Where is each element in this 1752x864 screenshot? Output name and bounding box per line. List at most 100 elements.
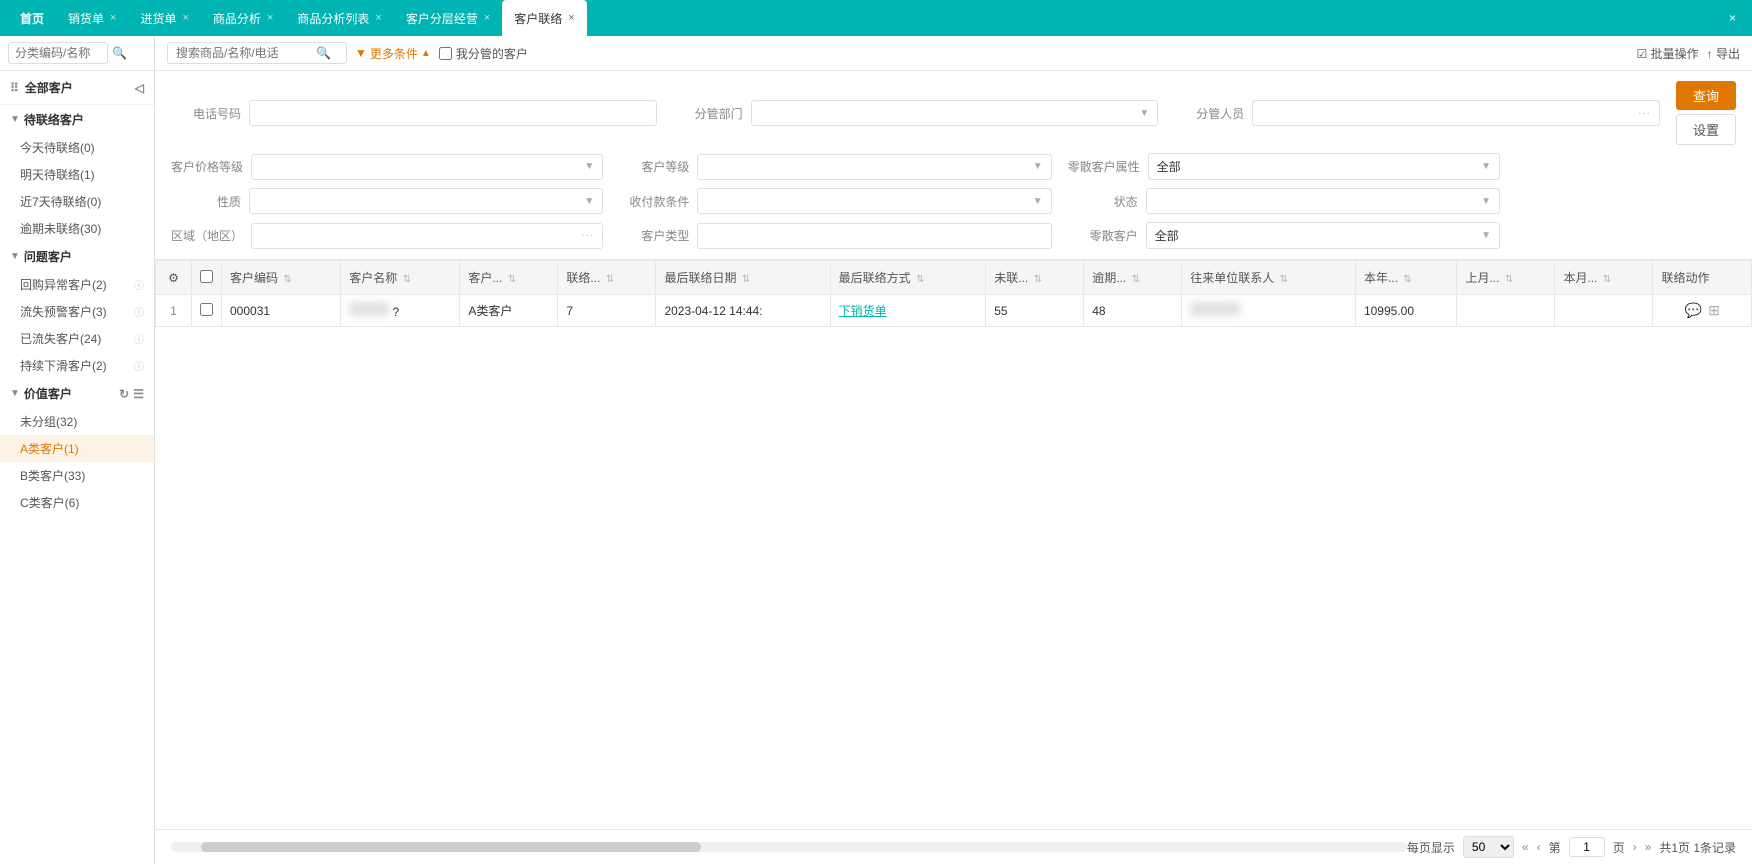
manager-input[interactable]: ···: [1252, 100, 1660, 126]
info-repurchase-icon[interactable]: ⓘ: [134, 277, 144, 292]
sidebar-item-today[interactable]: 今天待联络(0): [0, 134, 154, 161]
sort-current-year-icon[interactable]: ⇅: [1403, 274, 1411, 285]
my-customers-checkbox[interactable]: [439, 47, 452, 60]
sort-current-month-icon[interactable]: ⇅: [1603, 274, 1611, 285]
filter-status: 状态 ▼: [1068, 188, 1500, 214]
sort-not-contacted-icon[interactable]: ⇅: [1034, 274, 1042, 285]
query-button[interactable]: 查询: [1676, 81, 1736, 110]
close-customer-tier-icon[interactable]: ×: [484, 12, 490, 24]
prev-page-button[interactable]: ‹: [1537, 840, 1541, 854]
sidebar-item-overdue[interactable]: 逾期未联络(30): [0, 215, 154, 242]
nav-purchase[interactable]: 进货单 ×: [128, 0, 200, 36]
chat-icon[interactable]: 💬: [1685, 302, 1702, 319]
retail-customer-dropdown[interactable]: 全部 ▼: [1146, 222, 1500, 249]
col-last-method: 最后联络方式 ⇅: [830, 261, 986, 295]
status-dropdown[interactable]: ▼: [1146, 188, 1500, 214]
last-page-button[interactable]: »: [1645, 840, 1652, 854]
sort-type-icon[interactable]: ⇅: [508, 274, 516, 285]
sidebar-item-repurchase-abnormal[interactable]: 回购异常客户(2) ⓘ: [0, 271, 154, 298]
select-all-checkbox[interactable]: [200, 270, 213, 283]
sidebar-item-c-class[interactable]: C类客户(6): [0, 489, 154, 516]
nav-product-analysis-list[interactable]: 商品分析列表 ×: [285, 0, 393, 36]
export-button[interactable]: ↑ 导出: [1707, 45, 1740, 62]
sidebar-item-churn-warning[interactable]: 流失预警客户(3) ⓘ: [0, 298, 154, 325]
region-dots-icon: ···: [581, 230, 594, 241]
sort-contact-count-icon[interactable]: ⇅: [606, 274, 614, 285]
nature-dropdown[interactable]: ▼: [249, 188, 603, 214]
settings-value-icon[interactable]: ☰: [133, 387, 144, 401]
sidebar-item-7days[interactable]: 近7天待联络(0): [0, 188, 154, 215]
sort-overdue-icon[interactable]: ⇅: [1132, 274, 1140, 285]
retail-attr-dropdown[interactable]: 全部 ▼: [1148, 153, 1500, 180]
sidebar-search-input[interactable]: [8, 42, 108, 64]
sort-last-method-icon[interactable]: ⇅: [916, 274, 924, 285]
customer-type-input[interactable]: [697, 223, 1051, 249]
payment-dropdown[interactable]: ▼: [697, 188, 1051, 214]
sidebar-search-icon[interactable]: 🔍: [112, 46, 127, 60]
row-last-month: [1457, 295, 1555, 327]
batch-operation-button[interactable]: ☑ 批量操作: [1637, 45, 1699, 62]
sidebar-search-area: 🔍: [0, 36, 154, 71]
first-page-button[interactable]: «: [1522, 840, 1529, 854]
nav-customer-contact[interactable]: 客户联络 ×: [502, 0, 586, 36]
close-all-tabs-button[interactable]: ×: [1721, 9, 1744, 27]
row-code: 000031: [222, 295, 341, 327]
sidebar-item-unclassified[interactable]: 未分组(32): [0, 408, 154, 435]
next-page-button[interactable]: ›: [1633, 840, 1637, 854]
collapse-sidebar-icon[interactable]: ◁: [135, 81, 144, 95]
nav-home[interactable]: 首页: [8, 0, 56, 36]
filter-payment: 收付款条件 ▼: [619, 188, 1051, 214]
filter-retail-customer: 零散客户 全部 ▼: [1068, 222, 1500, 249]
close-product-analysis-list-icon[interactable]: ×: [375, 12, 381, 24]
page-input[interactable]: [1569, 837, 1605, 857]
filter-more-conditions[interactable]: ▼ 更多条件 ▲: [355, 45, 431, 62]
close-sales-icon[interactable]: ×: [110, 12, 116, 24]
grid-icon: ⠿: [10, 81, 19, 95]
nav-customer-tier[interactable]: 客户分层经营 ×: [394, 0, 502, 36]
qr-icon[interactable]: ⊞: [1708, 302, 1720, 319]
filter-search-icon[interactable]: 🔍: [316, 46, 331, 60]
info-churn-warning-icon[interactable]: ⓘ: [134, 304, 144, 319]
filter-search-input[interactable]: [176, 46, 316, 60]
sidebar-item-b-class[interactable]: B类客户(33): [0, 462, 154, 489]
sidebar-all-customers[interactable]: ⠿ 全部客户 ◁: [0, 71, 154, 105]
dept-dropdown[interactable]: ▼: [751, 100, 1159, 126]
region-input[interactable]: ···: [251, 223, 603, 249]
info-churned-icon[interactable]: ⓘ: [134, 331, 144, 346]
sort-last-month-icon[interactable]: ⇅: [1505, 274, 1513, 285]
close-product-analysis-icon[interactable]: ×: [267, 12, 273, 24]
more-chevron-icon: ▲: [421, 48, 431, 59]
refresh-icon[interactable]: ↻: [119, 387, 129, 401]
nav-sales[interactable]: 销货单 ×: [56, 0, 128, 36]
filter-dept: 分管部门 ▼: [673, 100, 1159, 126]
phone-input[interactable]: [249, 100, 657, 126]
sort-name-icon[interactable]: ⇅: [403, 274, 411, 285]
row-method-link[interactable]: 下销货单: [839, 304, 887, 318]
sort-code-icon[interactable]: ⇅: [283, 274, 291, 285]
close-purchase-icon[interactable]: ×: [182, 12, 188, 24]
sidebar-item-a-class[interactable]: A类客户(1): [0, 435, 154, 462]
row-select-checkbox[interactable]: [200, 303, 213, 316]
sort-company-contact-icon[interactable]: ⇅: [1280, 274, 1288, 285]
sort-last-date-icon[interactable]: ⇅: [742, 274, 750, 285]
sidebar-item-churned[interactable]: 已流失客户(24) ⓘ: [0, 325, 154, 352]
sidebar-section-value[interactable]: ▼ 价值客户 ↻ ☰: [0, 379, 154, 408]
per-page-select[interactable]: 50 10 20 100: [1463, 836, 1514, 858]
col-overdue: 逾期... ⇅: [1084, 261, 1182, 295]
sidebar-section-pending[interactable]: ▼ 待联络客户: [0, 105, 154, 134]
filter-icon: ▼: [355, 46, 367, 60]
filter-manager: 分管人员 ···: [1174, 100, 1660, 126]
settings-button[interactable]: 设置: [1676, 114, 1736, 145]
sidebar-item-tomorrow[interactable]: 明天待联络(1): [0, 161, 154, 188]
filter-retail-attr: 零散客户属性 全部 ▼: [1068, 153, 1500, 180]
info-declining-icon[interactable]: ⓘ: [134, 358, 144, 373]
customer-level-dropdown[interactable]: ▼: [697, 154, 1051, 180]
sidebar-item-declining[interactable]: 持续下滑客户(2) ⓘ: [0, 352, 154, 379]
nav-product-analysis[interactable]: 商品分析 ×: [201, 0, 285, 36]
payment-chevron-icon: ▼: [1033, 196, 1043, 207]
sidebar-section-problem[interactable]: ▼ 问题客户: [0, 242, 154, 271]
horizontal-scrollbar[interactable]: [171, 842, 1407, 852]
price-level-dropdown[interactable]: ▼: [251, 154, 603, 180]
close-customer-contact-icon[interactable]: ×: [568, 12, 574, 24]
gear-column-header[interactable]: ⚙: [156, 261, 192, 295]
